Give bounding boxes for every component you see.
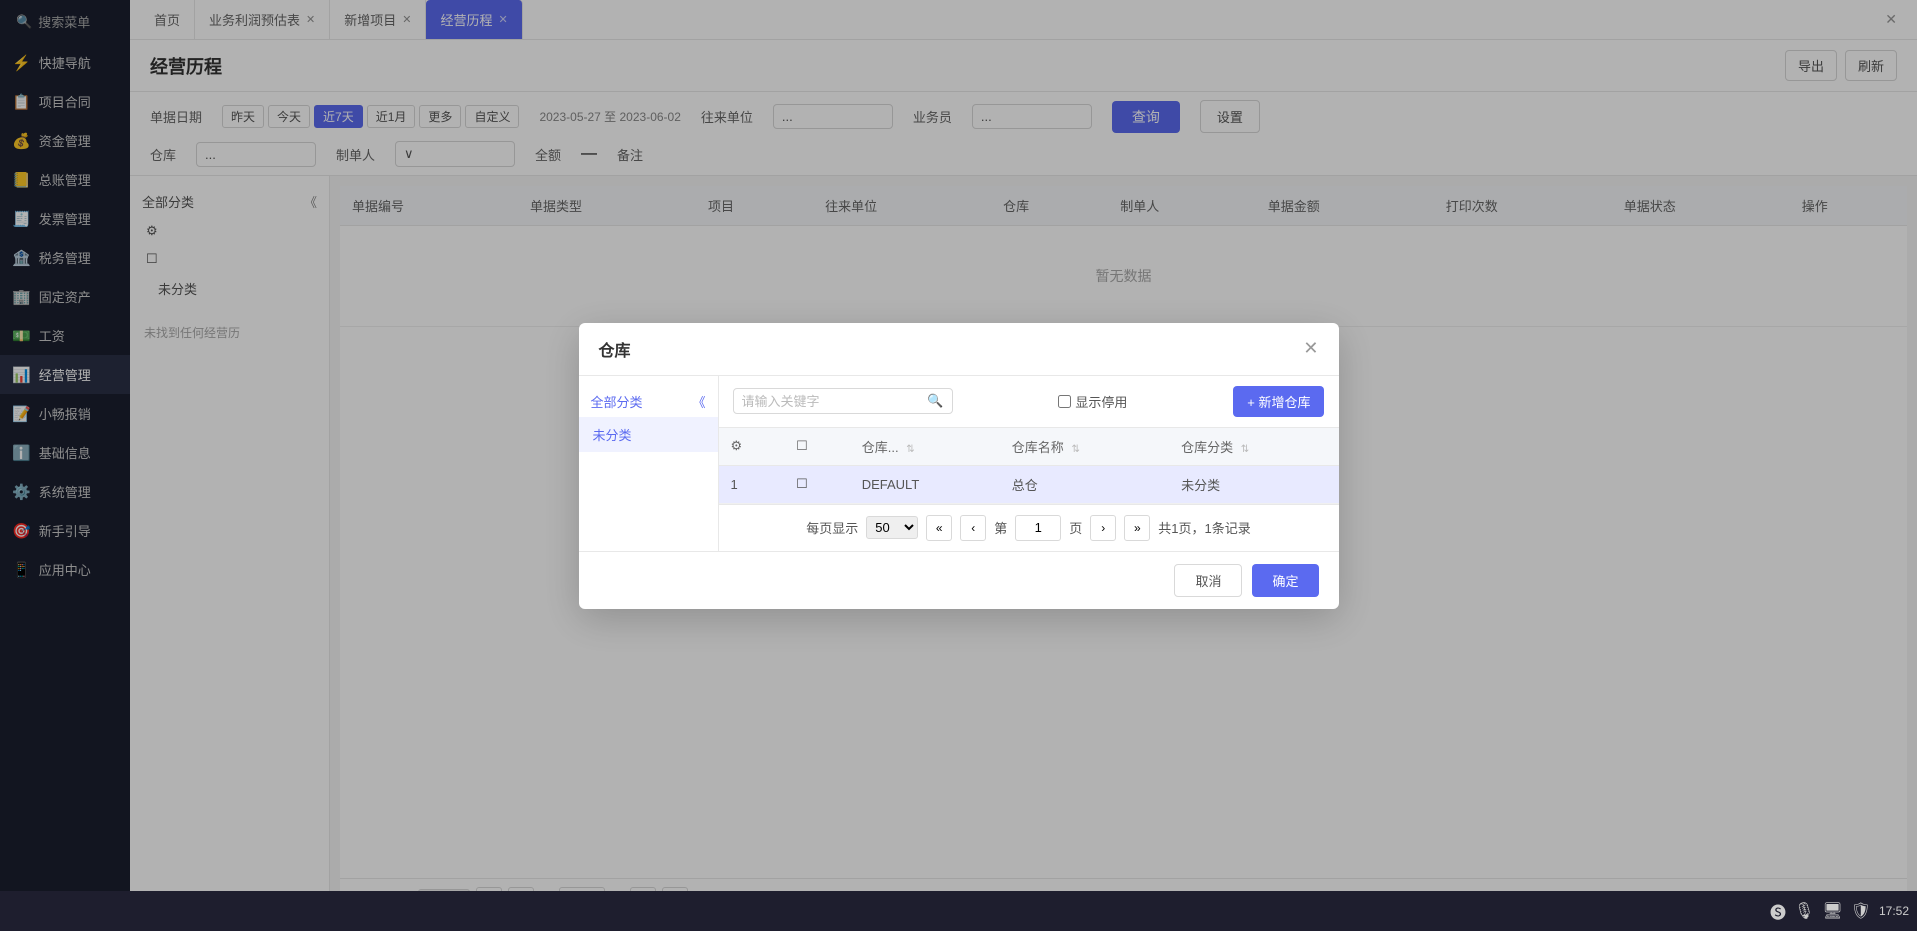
modal-search-icon: 🔍	[927, 393, 943, 409]
modal-page-label: 第	[994, 518, 1007, 537]
modal-main: 🔍 显示停用 + 新增仓库 ⚙ ☐	[719, 376, 1339, 551]
modal-sidebar-item-uncategorized[interactable]: 未分类	[579, 417, 718, 452]
row-checkbox[interactable]: ☐	[784, 465, 850, 503]
modal-table-wrap: ⚙ ☐ 仓库... ⇅ 仓库名称 ⇅	[719, 428, 1339, 504]
cancel-button[interactable]: 取消	[1174, 564, 1242, 597]
sort-icon-name: ⇅	[1071, 444, 1079, 455]
row-code: DEFAULT	[850, 465, 1000, 503]
taskbar-screen-icon: 🖥	[1822, 901, 1842, 921]
modal-prev-btn[interactable]: ‹	[960, 515, 986, 541]
modal-total: 共1页，1条记录	[1158, 518, 1250, 537]
table-row[interactable]: 1 ☐ DEFAULT 总仓 未分类	[719, 465, 1339, 503]
modal-sidebar-uncategorized: 未分类	[593, 428, 632, 443]
modal-table: ⚙ ☐ 仓库... ⇅ 仓库名称 ⇅	[719, 428, 1339, 504]
add-warehouse-button[interactable]: + 新增仓库	[1233, 386, 1324, 417]
modal-col-name-label: 仓库名称	[1012, 440, 1064, 455]
modal-search-input[interactable]	[742, 394, 928, 409]
modal-col-category: 仓库分类 ⇅	[1169, 428, 1338, 466]
confirm-button[interactable]: 确定	[1252, 564, 1318, 597]
modal-last-btn[interactable]: »	[1124, 515, 1150, 541]
modal-sidebar-header: 全部分类 《	[579, 386, 718, 417]
modal-footer: 取消 确定	[579, 551, 1339, 609]
modal-next-btn[interactable]: ›	[1090, 515, 1116, 541]
modal-search-box[interactable]: 🔍	[733, 388, 953, 414]
row-num: 1	[719, 465, 785, 503]
modal-per-page-label: 每页显示	[806, 518, 858, 537]
modal-page-input[interactable]	[1015, 515, 1061, 541]
show-disabled-checkbox-group[interactable]: 显示停用	[1058, 392, 1127, 411]
modal-col-category-label: 仓库分类	[1181, 440, 1233, 455]
row-name: 总仓	[1000, 465, 1169, 503]
sort-icon-category: ⇅	[1241, 444, 1249, 455]
modal-overlay[interactable]: 仓库 ✕ 全部分类 《 未分类 🔍	[0, 0, 1917, 931]
taskbar-mic-icon: 🎙	[1794, 901, 1814, 921]
modal-col-settings[interactable]: ⚙	[719, 428, 785, 466]
sort-icon-code: ⇅	[906, 444, 914, 455]
modal-title: 仓库	[599, 337, 631, 361]
taskbar-s-icon: 🅢	[1770, 899, 1786, 923]
warehouse-modal: 仓库 ✕ 全部分类 《 未分类 🔍	[579, 323, 1339, 609]
modal-pagination: 每页显示 50 100 « ‹ 第 页 › » 共1页，1条记录	[719, 504, 1339, 551]
taskbar: 🅢 🎙 🖥 🛡 17:52	[0, 891, 1917, 931]
taskbar-right: 🅢 🎙 🖥 🛡 17:52	[1770, 899, 1909, 923]
taskbar-time: 17:52	[1879, 904, 1909, 918]
modal-per-page-select[interactable]: 50 100	[866, 516, 918, 539]
show-disabled-label: 显示停用	[1075, 392, 1127, 411]
show-disabled-checkbox[interactable]	[1058, 395, 1071, 408]
modal-close-button[interactable]: ✕	[1303, 338, 1318, 359]
modal-header: 仓库 ✕	[579, 323, 1339, 376]
modal-page-suffix: 页	[1069, 518, 1082, 537]
modal-col-code-label: 仓库...	[862, 440, 899, 455]
modal-first-btn[interactable]: «	[926, 515, 952, 541]
modal-sidebar-collapse[interactable]: 《	[692, 392, 705, 411]
modal-toolbar: 🔍 显示停用 + 新增仓库	[719, 376, 1339, 428]
taskbar-shield-icon: 🛡	[1851, 901, 1871, 921]
modal-col-check[interactable]: ☐	[784, 428, 850, 466]
modal-col-code: 仓库... ⇅	[850, 428, 1000, 466]
modal-sidebar-title: 全部分类	[591, 392, 643, 411]
modal-body: 全部分类 《 未分类 🔍 显示停用	[579, 376, 1339, 551]
modal-sidebar: 全部分类 《 未分类	[579, 376, 719, 551]
modal-col-name: 仓库名称 ⇅	[1000, 428, 1169, 466]
row-category: 未分类	[1169, 465, 1338, 503]
